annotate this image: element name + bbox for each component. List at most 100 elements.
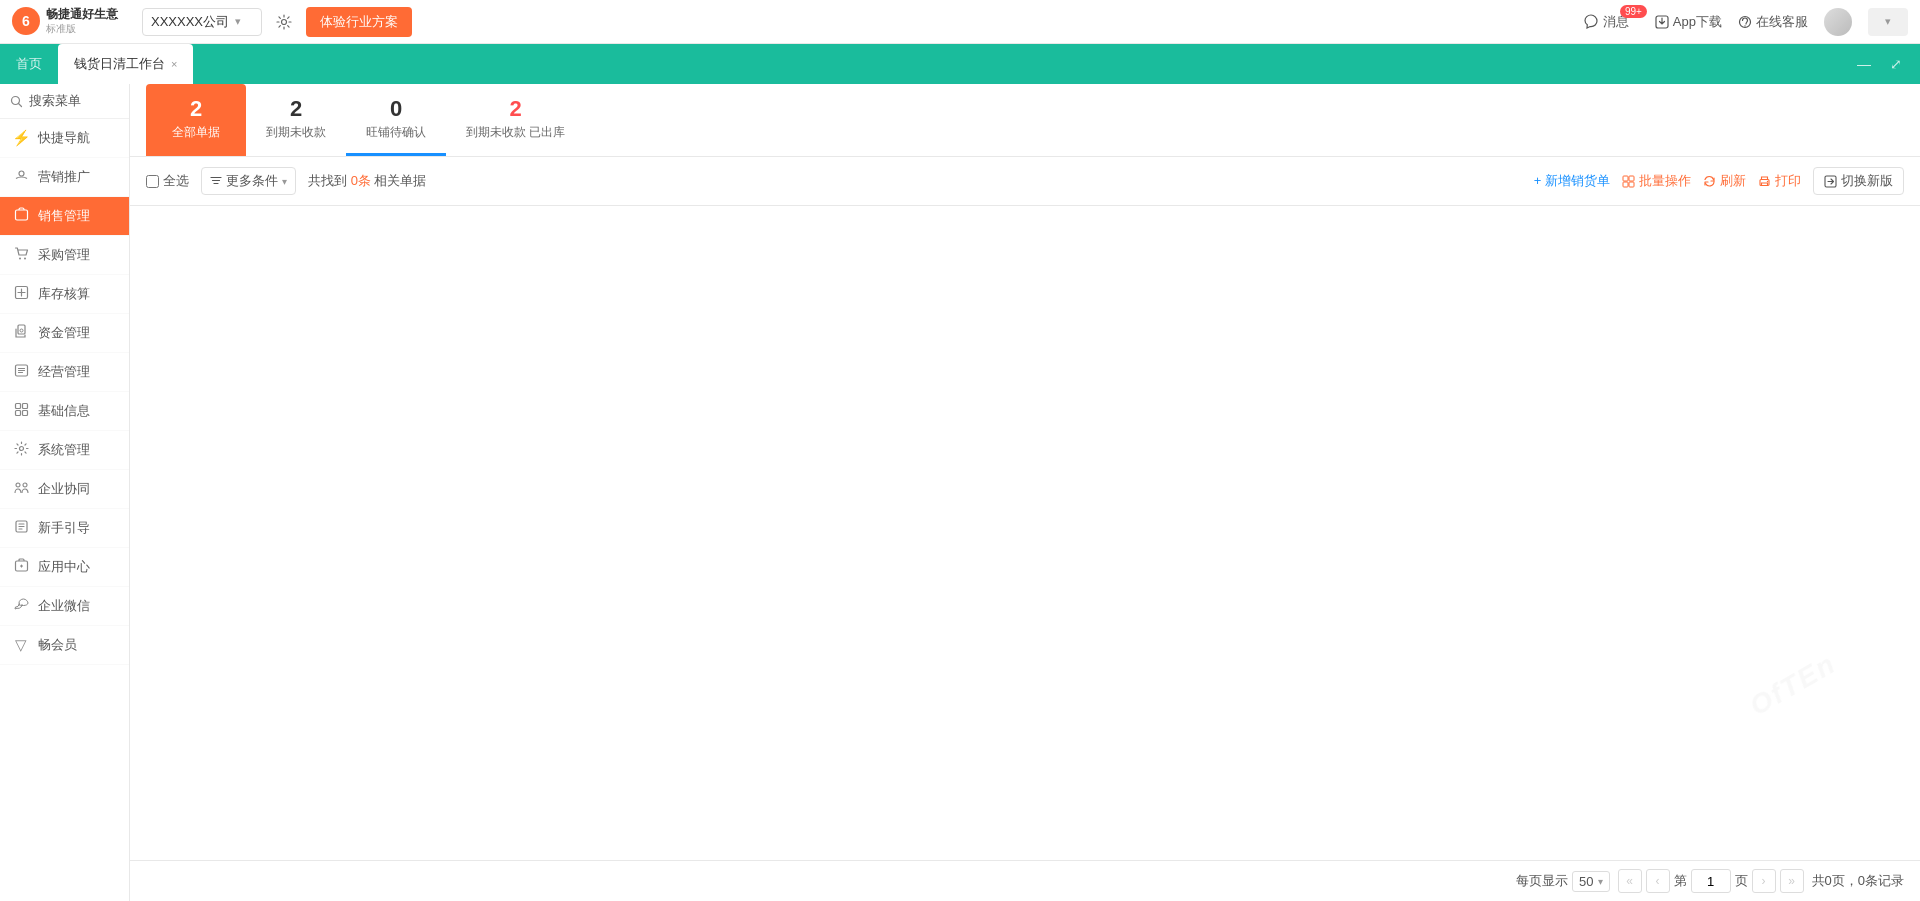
last-page-button[interactable]: » — [1780, 869, 1804, 893]
sidebar-label-wechat: 企业微信 — [38, 597, 90, 615]
found-count: 0条 — [351, 173, 371, 188]
logo-icon: 6 — [12, 7, 40, 35]
page-size-dropdown[interactable]: 50 ▾ — [1572, 871, 1609, 892]
inventory-icon — [12, 285, 30, 303]
filter-button[interactable]: 更多条件 ▾ — [201, 167, 296, 195]
online-service-button[interactable]: 在线客服 — [1738, 13, 1808, 31]
svg-rect-16 — [22, 411, 27, 416]
sidebar-item-marketing[interactable]: 营销推广 — [0, 158, 129, 197]
batch-operations-button[interactable]: 批量操作 — [1622, 172, 1691, 190]
svg-rect-25 — [1629, 182, 1634, 187]
prev-page-button[interactable]: ‹ — [1646, 869, 1670, 893]
industry-button[interactable]: 体验行业方案 — [306, 7, 412, 37]
tab-actions: — ⤢ — [1852, 52, 1920, 76]
print-button[interactable]: 打印 — [1758, 172, 1801, 190]
user-menu[interactable]: ▾ — [1868, 8, 1908, 36]
stats-tab-overdue[interactable]: 2 到期未收款 — [246, 84, 346, 156]
sidebar-item-quick-nav[interactable]: ⚡ 快捷导航 — [0, 119, 129, 158]
stats-tab-all[interactable]: 2 全部单据 — [146, 84, 246, 156]
tab-home-label: 首页 — [16, 55, 42, 73]
sidebar-item-guide[interactable]: 新手引导 — [0, 509, 129, 548]
filter-label: 更多条件 — [226, 172, 278, 190]
maximize-button[interactable]: ⤢ — [1884, 52, 1908, 76]
cooperation-icon — [12, 480, 30, 498]
svg-point-18 — [16, 483, 20, 487]
company-name: XXXXXX公司 — [151, 13, 229, 31]
tab-bar: 首页 钱货日清工作台 × — ⤢ — [0, 44, 1920, 84]
add-label: + 新增销货单 — [1534, 172, 1610, 190]
stats-num-all: 2 — [190, 96, 202, 122]
select-all-checkbox[interactable]: 全选 — [146, 172, 189, 190]
company-selector[interactable]: XXXXXX公司 ▾ — [142, 8, 262, 36]
member-icon: ▽ — [12, 636, 30, 654]
switch-version-button[interactable]: 切换新版 — [1813, 167, 1904, 195]
next-page-button[interactable]: › — [1752, 869, 1776, 893]
tab-cashflow[interactable]: 钱货日清工作台 × — [58, 44, 193, 84]
stats-tab-overdue-out[interactable]: 2 到期未收款 已出库 — [446, 84, 585, 156]
toolbar-left: 全选 更多条件 ▾ 共找到 0条 相关单据 — [146, 167, 1522, 195]
print-label: 打印 — [1775, 172, 1801, 190]
logo-area: 6 畅捷通好生意 标准版 — [12, 7, 142, 35]
stats-tabs: 2 全部单据 2 到期未收款 0 旺铺待确认 2 到期未收款 已出库 — [130, 84, 1920, 157]
sidebar-item-wechat[interactable]: 企业微信 — [0, 587, 129, 626]
header-right: 消息 99+ App下载 在线客服 ▾ — [1583, 8, 1908, 36]
sidebar-item-operations[interactable]: 经营管理 — [0, 353, 129, 392]
sidebar-item-system[interactable]: 系统管理 — [0, 431, 129, 470]
avatar[interactable] — [1824, 8, 1852, 36]
sidebar-label-sales: 销售管理 — [38, 207, 90, 225]
sidebar-item-purchase[interactable]: 采购管理 — [0, 236, 129, 275]
svg-point-8 — [24, 258, 26, 260]
stats-label-pending: 旺铺待确认 — [366, 124, 426, 141]
sidebar-item-finance[interactable]: 资金管理 — [0, 314, 129, 353]
service-label: 在线客服 — [1756, 13, 1808, 31]
sidebar-label-purchase: 采购管理 — [38, 246, 90, 264]
chevron-down-icon: ▾ — [235, 15, 241, 28]
stats-tab-pending[interactable]: 0 旺铺待确认 — [346, 84, 446, 156]
operations-icon — [12, 363, 30, 381]
sidebar-label-cooperation: 企业协同 — [38, 480, 90, 498]
sidebar-item-member[interactable]: ▽ 畅会员 — [0, 626, 129, 665]
svg-point-17 — [19, 447, 23, 451]
stats-num-overdue-out: 2 — [510, 96, 522, 122]
app-download-button[interactable]: App下载 — [1655, 13, 1722, 31]
first-page-button[interactable]: « — [1618, 869, 1642, 893]
tab-cashflow-label: 钱货日清工作台 — [74, 55, 165, 73]
page-number-input[interactable] — [1691, 869, 1731, 893]
page-size-selector: 每页显示 50 ▾ — [1516, 871, 1609, 892]
basic-icon — [12, 402, 30, 420]
minimize-button[interactable]: — — [1852, 52, 1876, 76]
toolbar: 全选 更多条件 ▾ 共找到 0条 相关单据 + 新增销货单 — [130, 157, 1920, 206]
table-area — [130, 206, 1920, 860]
tab-home[interactable]: 首页 — [0, 44, 58, 84]
svg-rect-24 — [1623, 182, 1628, 187]
add-sales-order-button[interactable]: + 新增销货单 — [1534, 172, 1610, 190]
tab-close-icon[interactable]: × — [171, 58, 177, 70]
sidebar-label-operations: 经营管理 — [38, 363, 90, 381]
logo-text: 畅捷通好生意 标准版 — [46, 7, 118, 35]
sidebar-search[interactable]: 搜索菜单 — [0, 84, 129, 119]
marketing-icon — [12, 168, 30, 186]
page-total: 共0页，0条记录 — [1812, 872, 1904, 890]
sidebar-item-cooperation[interactable]: 企业协同 — [0, 470, 129, 509]
sidebar-label-system: 系统管理 — [38, 441, 90, 459]
sales-icon — [12, 207, 30, 225]
batch-label: 批量操作 — [1639, 172, 1691, 190]
sidebar-item-app-center[interactable]: 应用中心 — [0, 548, 129, 587]
svg-point-11 — [20, 329, 23, 332]
stats-label-overdue: 到期未收款 — [266, 124, 326, 141]
sidebar-item-basic[interactable]: 基础信息 — [0, 392, 129, 431]
svg-point-0 — [282, 19, 287, 24]
svg-rect-23 — [1629, 176, 1634, 181]
page-size-value: 50 — [1579, 874, 1593, 889]
select-all-input[interactable] — [146, 175, 159, 188]
message-button[interactable]: 消息 99+ — [1583, 13, 1639, 31]
settings-button[interactable] — [270, 8, 298, 36]
svg-rect-13 — [15, 404, 20, 409]
sidebar-label-basic: 基础信息 — [38, 402, 90, 420]
sidebar-item-inventory[interactable]: 库存核算 — [0, 275, 129, 314]
search-menu-label: 搜索菜单 — [29, 92, 81, 110]
sidebar-label-member: 畅会员 — [38, 636, 77, 654]
refresh-button[interactable]: 刷新 — [1703, 172, 1746, 190]
sidebar-item-sales[interactable]: 销售管理 — [0, 197, 129, 236]
svg-rect-6 — [15, 210, 27, 220]
